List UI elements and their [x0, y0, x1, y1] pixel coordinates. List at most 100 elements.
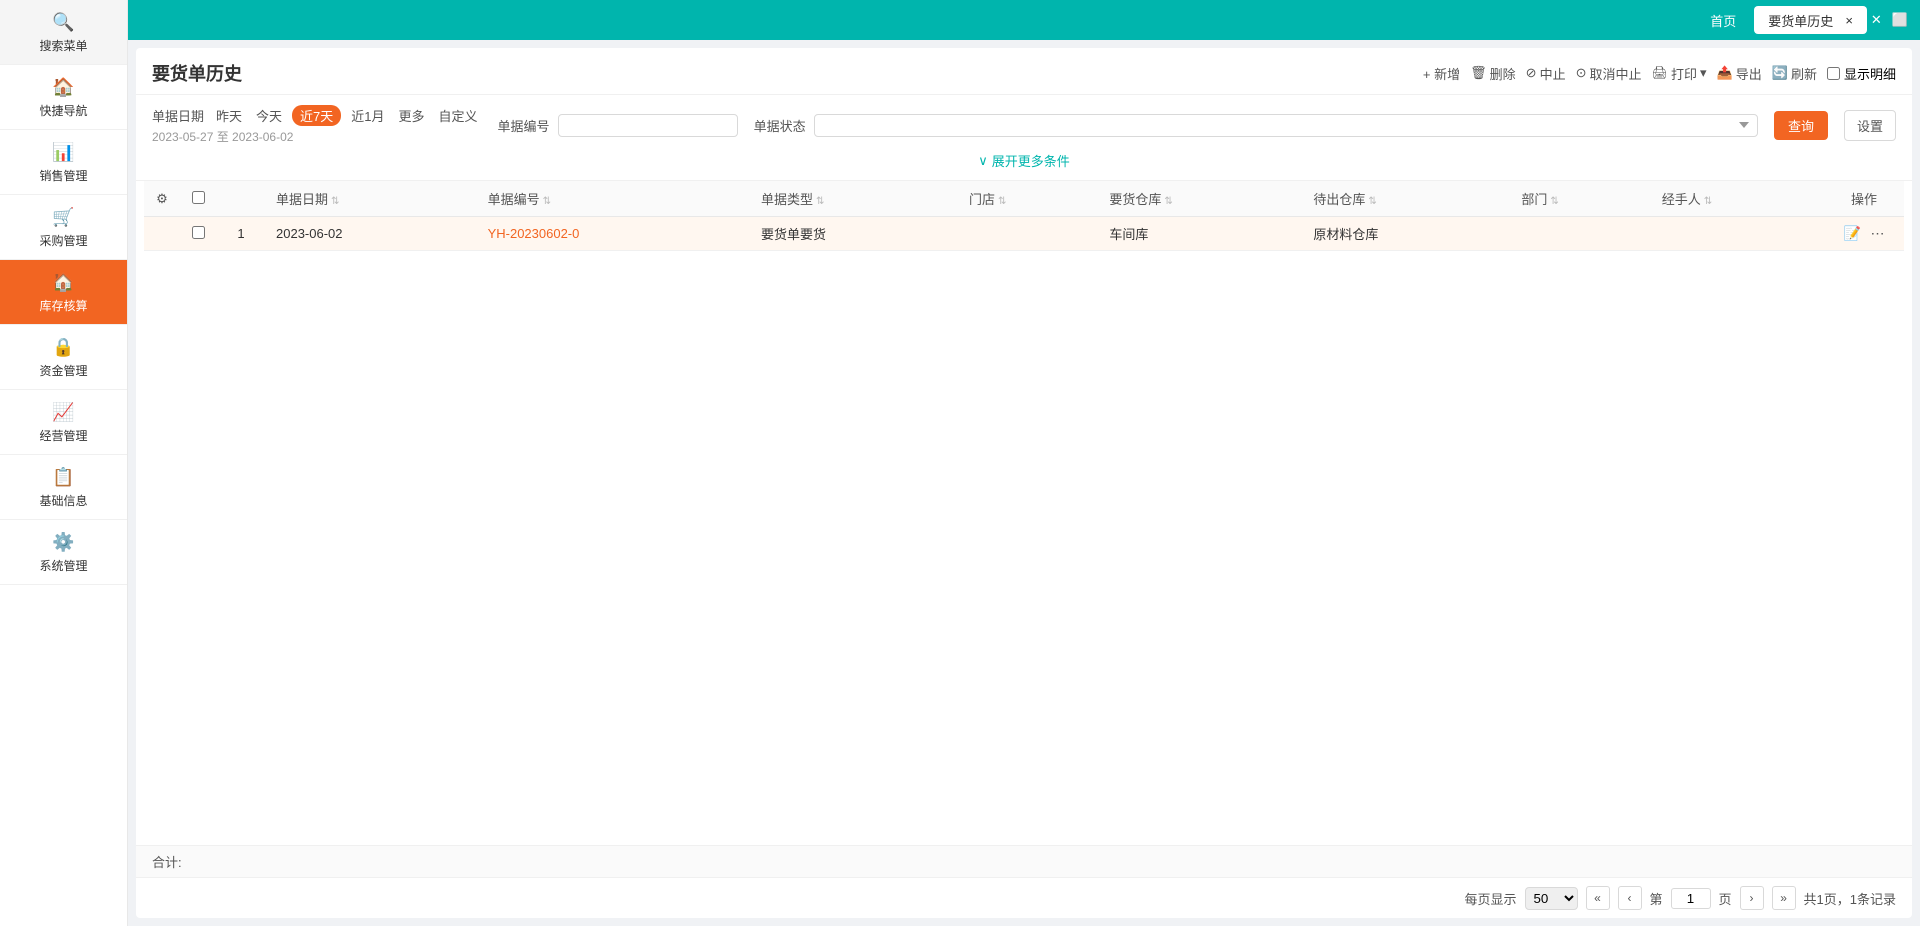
row-doc-type-0: 要货单要货 [751, 217, 959, 251]
th-pending-warehouse[interactable]: 待出仓库⇅ [1303, 181, 1511, 217]
page-header: 要货单历史 + 新增 🗑 删除 ⊘ 中止 ⊙ 取消中止 🖨 打印 ▾ 📤 导出 … [136, 48, 1912, 95]
date-filter-row: 单据日期 昨天 今天 近7天 近1月 更多 自定义 [152, 105, 482, 126]
close-icon[interactable]: ✕ [1871, 12, 1882, 28]
delete-button[interactable]: 🗑 删除 [1470, 64, 1516, 83]
expand-more-button[interactable]: ∨ 展开更多条件 [978, 151, 1070, 170]
sidebar-icon-purchase: 🛒 [52, 207, 74, 228]
pagination-bar: 每页显示 50 10 20 100 « ‹ 第 页 › » 共1页，1条记录 [136, 877, 1912, 918]
display-detail-input[interactable] [1827, 67, 1840, 80]
row-store-0 [959, 217, 1099, 251]
select-all-checkbox[interactable] [192, 191, 205, 204]
sidebar-label-finance: 资金管理 [39, 362, 87, 379]
first-page-btn[interactable]: « [1586, 886, 1610, 910]
sidebar-item-system[interactable]: ⚙️系统管理 [0, 520, 127, 585]
sidebar-icon-operations: 📈 [52, 402, 74, 423]
doc-number-label: 单据编号 [498, 116, 550, 135]
row-more-icon-0[interactable]: ⋯ [1871, 225, 1885, 241]
status-select[interactable] [814, 114, 1758, 137]
sidebar-item-sales[interactable]: 📊 销售管理 [0, 130, 127, 195]
doc-number-input[interactable] [558, 114, 738, 137]
table-footer: 合计: [136, 845, 1912, 877]
sidebar-item-purchase[interactable]: 🛒采购管理 [0, 195, 127, 260]
date-buttons: 昨天 今天 近7天 近1月 更多 自定义 [212, 105, 482, 126]
sidebar-item-operations[interactable]: 📈 经营管理 [0, 390, 127, 455]
th-store[interactable]: 门店⇅ [959, 181, 1099, 217]
new-button[interactable]: + 新增 [1423, 64, 1460, 83]
total-label: 合计: [152, 855, 182, 870]
topbar: 首页要货单历史× ✕ ⬜ [128, 0, 1920, 40]
date-filter-group: 单据日期 昨天 今天 近7天 近1月 更多 自定义 2023-05-27 至 2… [152, 105, 482, 145]
settings-button[interactable]: 设置 [1844, 110, 1896, 141]
print-button[interactable]: 🖨 打印 ▾ [1652, 64, 1707, 83]
row-req-warehouse-0: 车间库 [1099, 217, 1303, 251]
per-page-label: 每页显示 [1464, 889, 1516, 908]
date-range-text: 2023-05-27 至 2023-06-02 [152, 128, 293, 145]
next-page-btn[interactable]: › [1740, 886, 1764, 910]
sidebar-label-search: 搜索菜单 [39, 37, 87, 54]
sidebar-icon-search: 🔍 [52, 12, 74, 33]
date-btn-more[interactable]: 更多 [395, 105, 429, 126]
th-settings[interactable]: ⚙ [144, 181, 180, 217]
th-doc-number[interactable]: 单据编号⇅ [478, 181, 751, 217]
date-btn-last1month[interactable]: 近1月 [347, 105, 388, 126]
sidebar-icon-basic-info: 📋 [52, 467, 74, 488]
row-settings-0 [144, 217, 180, 251]
tab-home[interactable]: 首页 [1696, 6, 1750, 34]
row-dept-0 [1511, 217, 1651, 251]
per-page-select[interactable]: 50 10 20 100 [1525, 887, 1578, 910]
prev-page-btn[interactable]: ‹ [1618, 886, 1642, 910]
topbar-actions: ✕ ⬜ [1871, 12, 1908, 28]
export-button[interactable]: 📤 导出 [1717, 64, 1762, 83]
row-no-0: 1 [216, 217, 266, 251]
data-table: ⚙ 单据日期⇅ 单据编号⇅ 单据类型⇅ 门店⇅ 要货仓库⇅ 待出仓库⇅ 部门⇅ … [144, 181, 1904, 251]
table-header-row: ⚙ 单据日期⇅ 单据编号⇅ 单据类型⇅ 门店⇅ 要货仓库⇅ 待出仓库⇅ 部门⇅ … [144, 181, 1904, 217]
sidebar-item-inventory[interactable]: 🏠库存核算 [0, 260, 127, 325]
th-req-warehouse[interactable]: 要货仓库⇅ [1099, 181, 1303, 217]
sidebar-icon-finance: 🔒 [52, 337, 74, 358]
page-number-input[interactable] [1671, 888, 1711, 909]
th-no [216, 181, 266, 217]
row-pending-warehouse-0: 原材料仓库 [1303, 217, 1511, 251]
sidebar-label-basic-info: 基础信息 [39, 492, 87, 509]
display-detail-checkbox[interactable]: 显示明细 [1827, 64, 1896, 83]
sidebar-icon-sales: 📊 [52, 142, 74, 163]
page-title: 要货单历史 [152, 60, 1423, 86]
cancel-stop-button[interactable]: ⊙ 取消中止 [1576, 64, 1642, 83]
th-dept[interactable]: 部门⇅ [1511, 181, 1651, 217]
tab-close-requisition-history[interactable]: × [1845, 13, 1853, 28]
date-btn-custom[interactable]: 自定义 [435, 105, 482, 126]
th-doc-date[interactable]: 单据日期⇅ [266, 181, 478, 217]
row-doc-date-0: 2023-06-02 [266, 217, 478, 251]
row-check-0[interactable] [180, 217, 216, 251]
table-header: ⚙ 单据日期⇅ 单据编号⇅ 单据类型⇅ 门店⇅ 要货仓库⇅ 待出仓库⇅ 部门⇅ … [144, 181, 1904, 217]
table-area: ⚙ 单据日期⇅ 单据编号⇅ 单据类型⇅ 门店⇅ 要货仓库⇅ 待出仓库⇅ 部门⇅ … [136, 181, 1912, 845]
table-row: 1 2023-06-02 YH-20230602-0 要货单要货 车间库 原材料… [144, 217, 1904, 251]
sidebar-item-basic-info[interactable]: 📋 基础信息 [0, 455, 127, 520]
sidebar-icon-quick-nav: 🏠 [52, 77, 74, 98]
row-checkbox-0[interactable] [192, 226, 205, 239]
doc-number-link-0[interactable]: YH-20230602-0 [488, 226, 580, 241]
maximize-icon[interactable]: ⬜ [1892, 12, 1908, 28]
stop-button[interactable]: ⊘ 中止 [1526, 64, 1566, 83]
main-area: 首页要货单历史× ✕ ⬜ 要货单历史 + 新增 🗑 删除 ⊘ 中止 ⊙ 取消中止… [128, 0, 1920, 926]
sidebar-item-finance[interactable]: 🔒 资金管理 [0, 325, 127, 390]
content-area: 要货单历史 + 新增 🗑 删除 ⊘ 中止 ⊙ 取消中止 🖨 打印 ▾ 📤 导出 … [136, 48, 1912, 918]
sidebar-item-quick-nav[interactable]: 🏠快捷导航 [0, 65, 127, 130]
row-edit-icon-0[interactable]: 📝 [1843, 225, 1860, 241]
date-btn-last7days[interactable]: 近7天 [292, 105, 341, 126]
date-btn-today[interactable]: 今天 [252, 105, 286, 126]
sidebar-label-operations: 经营管理 [39, 427, 87, 444]
row-doc-number-0[interactable]: YH-20230602-0 [478, 217, 751, 251]
date-filter-label: 单据日期 [152, 106, 204, 125]
sidebar-item-search[interactable]: 🔍 搜索菜单 [0, 0, 127, 65]
th-handler[interactable]: 经手人⇅ [1652, 181, 1824, 217]
th-doc-type[interactable]: 单据类型⇅ [751, 181, 959, 217]
sidebar-label-sales: 销售管理 [39, 167, 87, 184]
query-button[interactable]: 查询 [1774, 111, 1828, 140]
last-page-btn[interactable]: » [1772, 886, 1796, 910]
filter-row-1: 单据日期 昨天 今天 近7天 近1月 更多 自定义 2023-05-27 至 2… [152, 105, 1896, 145]
date-btn-yesterday[interactable]: 昨天 [212, 105, 246, 126]
th-check [180, 181, 216, 217]
refresh-button[interactable]: 🔄 刷新 [1772, 64, 1817, 83]
tab-requisition-history[interactable]: 要货单历史× [1754, 6, 1867, 34]
